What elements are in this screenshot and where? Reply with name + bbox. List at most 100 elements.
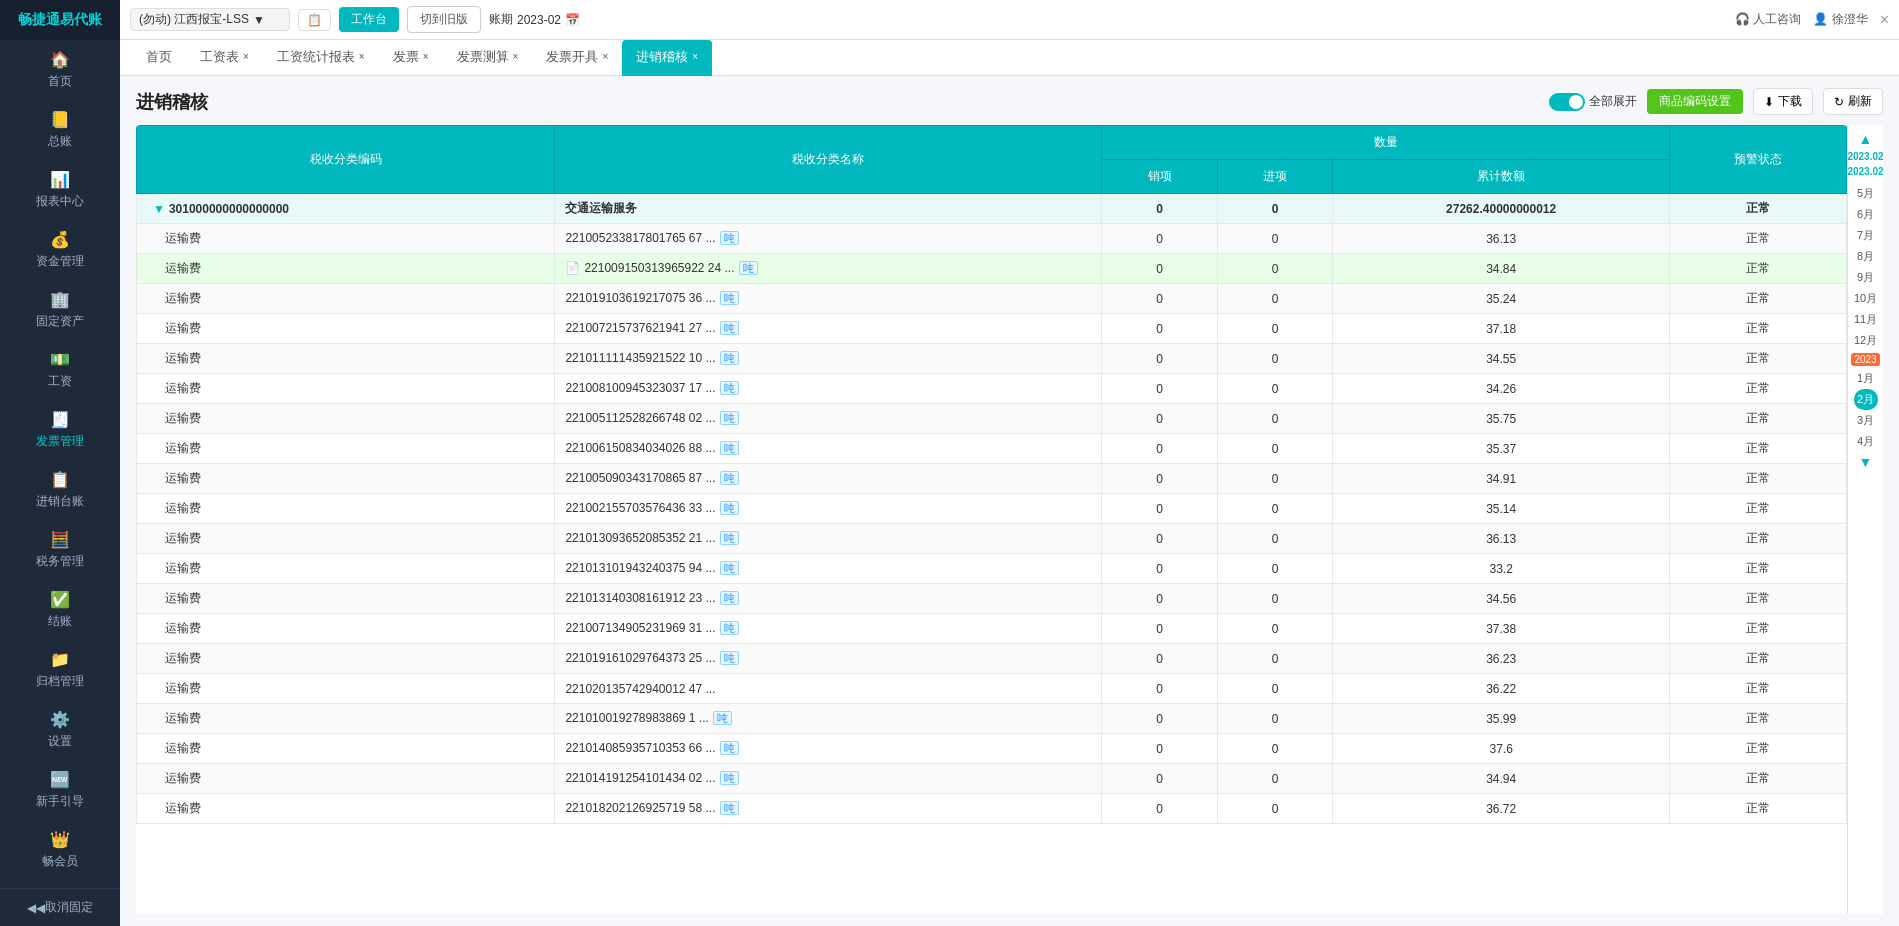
- sidebar-item-vip[interactable]: 👑 畅会员: [0, 820, 120, 880]
- timeline-month-7[interactable]: 7月: [1848, 225, 1883, 246]
- tab-invoice-verify-close[interactable]: ×: [692, 51, 698, 62]
- cell-total: 35.99: [1333, 704, 1670, 734]
- refresh-button[interactable]: ↻ 刷新: [1823, 88, 1883, 115]
- timeline-month-9[interactable]: 9月: [1848, 267, 1883, 288]
- goods-code-button[interactable]: 商品编码设置: [1647, 89, 1743, 114]
- sidebar-item-archive[interactable]: 📁 归档管理: [0, 640, 120, 700]
- close-button[interactable]: ×: [1880, 11, 1889, 29]
- support-button[interactable]: 🎧 人工咨询: [1735, 11, 1801, 28]
- sidebar-item-sales-ledger[interactable]: 📋 进销台账: [0, 460, 120, 520]
- cell-purchase: 0: [1217, 284, 1332, 314]
- tab-salary-stats-close[interactable]: ×: [359, 51, 365, 62]
- sidebar-item-salary[interactable]: 💵 工资: [0, 340, 120, 400]
- cell-sale: 0: [1102, 704, 1217, 734]
- table-row[interactable]: 运输费 221002155703576436 33 ...吨 0 0 35.14…: [137, 494, 1847, 524]
- toggle-switch[interactable]: [1549, 93, 1585, 111]
- cell-purchase: 0: [1217, 584, 1332, 614]
- table-row[interactable]: 运输费 221019103619217075 36 ...吨 0 0 35.24…: [137, 284, 1847, 314]
- tab-invoice-open[interactable]: 发票开具 ×: [532, 40, 622, 76]
- cell-code: 运输费: [137, 734, 555, 764]
- table-row[interactable]: 运输费 221014085935710353 66 ...吨 0 0 37.6 …: [137, 734, 1847, 764]
- switch-version-button[interactable]: 切到旧版: [407, 6, 481, 33]
- expand-all-label: 全部展开: [1589, 93, 1637, 110]
- table-row[interactable]: 运输费 221013140308161912 23 ...吨 0 0 34.56…: [137, 584, 1847, 614]
- timeline-month-3[interactable]: 3月: [1848, 410, 1883, 431]
- sidebar-item-label: 归档管理: [36, 673, 84, 690]
- table-row[interactable]: 运输费 221010019278983869 1 ...吨 0 0 35.99 …: [137, 704, 1847, 734]
- sidebar-item-report[interactable]: 📊 报表中心: [0, 160, 120, 220]
- sales-ledger-icon: 📋: [50, 470, 70, 489]
- timeline-month-2-active[interactable]: 2月: [1854, 389, 1878, 410]
- tab-invoice-verify[interactable]: 进销稽核 ×: [622, 40, 712, 76]
- timeline-up-nav[interactable]: ▲: [1857, 129, 1875, 149]
- cell-status: 正常: [1669, 254, 1846, 284]
- table-row[interactable]: 运输费 221007134905231969 31 ...吨 0 0 37.38…: [137, 614, 1847, 644]
- table-row[interactable]: 运输费 221018202126925719 58 ...吨 0 0 36.72…: [137, 794, 1847, 824]
- unpin-button[interactable]: ◀◀ 取消固定: [0, 888, 120, 926]
- timeline-month-6[interactable]: 6月: [1848, 204, 1883, 225]
- tab-invoice-check[interactable]: 发票测算 ×: [443, 40, 533, 76]
- sidebar-item-invoice-mgmt[interactable]: 🧾 发票管理: [0, 400, 120, 460]
- table-row[interactable]: 运输费 221020135742940012 47 ... 0 0 36.22 …: [137, 674, 1847, 704]
- table-row[interactable]: 运输费 221013093652085352 21 ...吨 0 0 36.13…: [137, 524, 1847, 554]
- tab-invoice[interactable]: 发票 ×: [379, 40, 443, 76]
- sidebar-item-home[interactable]: 🏠 首页: [0, 40, 120, 100]
- cell-purchase: 0: [1217, 314, 1332, 344]
- tab-invoice-open-close[interactable]: ×: [602, 51, 608, 62]
- sidebar-item-assets[interactable]: 🏢 固定资产: [0, 280, 120, 340]
- copy-button[interactable]: 📋: [298, 9, 331, 31]
- cell-name: 📄221009150313965922 24 ...吨: [555, 254, 1102, 284]
- timeline-month-12[interactable]: 12月: [1848, 330, 1883, 351]
- tab-salary-close[interactable]: ×: [243, 51, 249, 62]
- sidebar-item-settings[interactable]: ⚙️ 设置: [0, 700, 120, 760]
- calendar-icon[interactable]: 📅: [565, 13, 580, 27]
- timeline-month-1[interactable]: 1月: [1848, 368, 1883, 389]
- sidebar-item-settle[interactable]: ✅ 结账: [0, 580, 120, 640]
- cell-total: 37.38: [1333, 614, 1670, 644]
- table-row[interactable]: 运输费 221019161029764373 25 ...吨 0 0 36.23…: [137, 644, 1847, 674]
- cell-code: 运输费: [137, 434, 555, 464]
- sidebar-item-label: 固定资产: [36, 313, 84, 330]
- workbench-button[interactable]: 工作台: [339, 7, 399, 32]
- download-button[interactable]: ⬇ 下载: [1753, 88, 1813, 115]
- cell-code: 运输费: [137, 374, 555, 404]
- table-row[interactable]: 运输费 221005233817801765 67 ...吨 0 0 36.13…: [137, 224, 1847, 254]
- tab-home[interactable]: 首页: [132, 40, 186, 76]
- cell-total: 34.91: [1333, 464, 1670, 494]
- timeline-month-5[interactable]: 5月: [1848, 183, 1883, 204]
- company-selector[interactable]: (勿动) 江西报宝-LSS ▼: [130, 8, 290, 31]
- table-row[interactable]: 运输费 221007215737621941 27 ...吨 0 0 37.18…: [137, 314, 1847, 344]
- tab-salary-stats[interactable]: 工资统计报表 ×: [263, 40, 379, 76]
- timeline-month-11[interactable]: 11月: [1848, 309, 1883, 330]
- table-row[interactable]: 运输费 221014191254101434 02 ...吨 0 0 34.94…: [137, 764, 1847, 794]
- sidebar-item-capital[interactable]: 💰 资金管理: [0, 220, 120, 280]
- cell-sale: 0: [1102, 194, 1217, 224]
- tab-salary[interactable]: 工资表 ×: [186, 40, 263, 76]
- topbar-right: 🎧 人工咨询 👤 徐澄华 ×: [1735, 11, 1889, 29]
- cell-status: 正常: [1669, 794, 1846, 824]
- timeline-month-4[interactable]: 4月: [1848, 431, 1883, 452]
- sidebar-item-tax[interactable]: 🧮 税务管理: [0, 520, 120, 580]
- timeline-month-8[interactable]: 8月: [1848, 246, 1883, 267]
- cell-code: 运输费: [137, 794, 555, 824]
- salary-icon: 💵: [50, 350, 70, 369]
- cell-status: 正常: [1669, 584, 1846, 614]
- timeline-down-nav[interactable]: ▼: [1857, 452, 1875, 472]
- expand-all-toggle[interactable]: 全部展开: [1549, 93, 1637, 111]
- table-row[interactable]: ▼301000000000000000 交通运输服务 0 0 27262.400…: [137, 194, 1847, 224]
- table-row[interactable]: 运输费 221005112528266748 02 ...吨 0 0 35.75…: [137, 404, 1847, 434]
- headset-icon: 🎧: [1735, 12, 1750, 26]
- cell-code: 运输费: [137, 704, 555, 734]
- tab-invoice-close[interactable]: ×: [423, 51, 429, 62]
- table-row[interactable]: 运输费 221006150834034026 88 ...吨 0 0 35.37…: [137, 434, 1847, 464]
- sidebar-item-ledger[interactable]: 📒 总账: [0, 100, 120, 160]
- tab-invoice-check-close[interactable]: ×: [513, 51, 519, 62]
- table-row[interactable]: 运输费 221008100945323037 17 ...吨 0 0 34.26…: [137, 374, 1847, 404]
- table-row[interactable]: 运输费 221005090343170865 87 ...吨 0 0 34.91…: [137, 464, 1847, 494]
- table-row[interactable]: 运输费 221013101943240375 94 ...吨 0 0 33.2 …: [137, 554, 1847, 584]
- timeline-month-10[interactable]: 10月: [1848, 288, 1883, 309]
- user-menu[interactable]: 👤 徐澄华: [1813, 11, 1867, 28]
- table-row[interactable]: 运输费 221011111435921522 10 ...吨 0 0 34.55…: [137, 344, 1847, 374]
- table-row[interactable]: 运输费 📄221009150313965922 24 ...吨 0 0 34.8…: [137, 254, 1847, 284]
- sidebar-item-guide[interactable]: 🆕 新手引导: [0, 760, 120, 820]
